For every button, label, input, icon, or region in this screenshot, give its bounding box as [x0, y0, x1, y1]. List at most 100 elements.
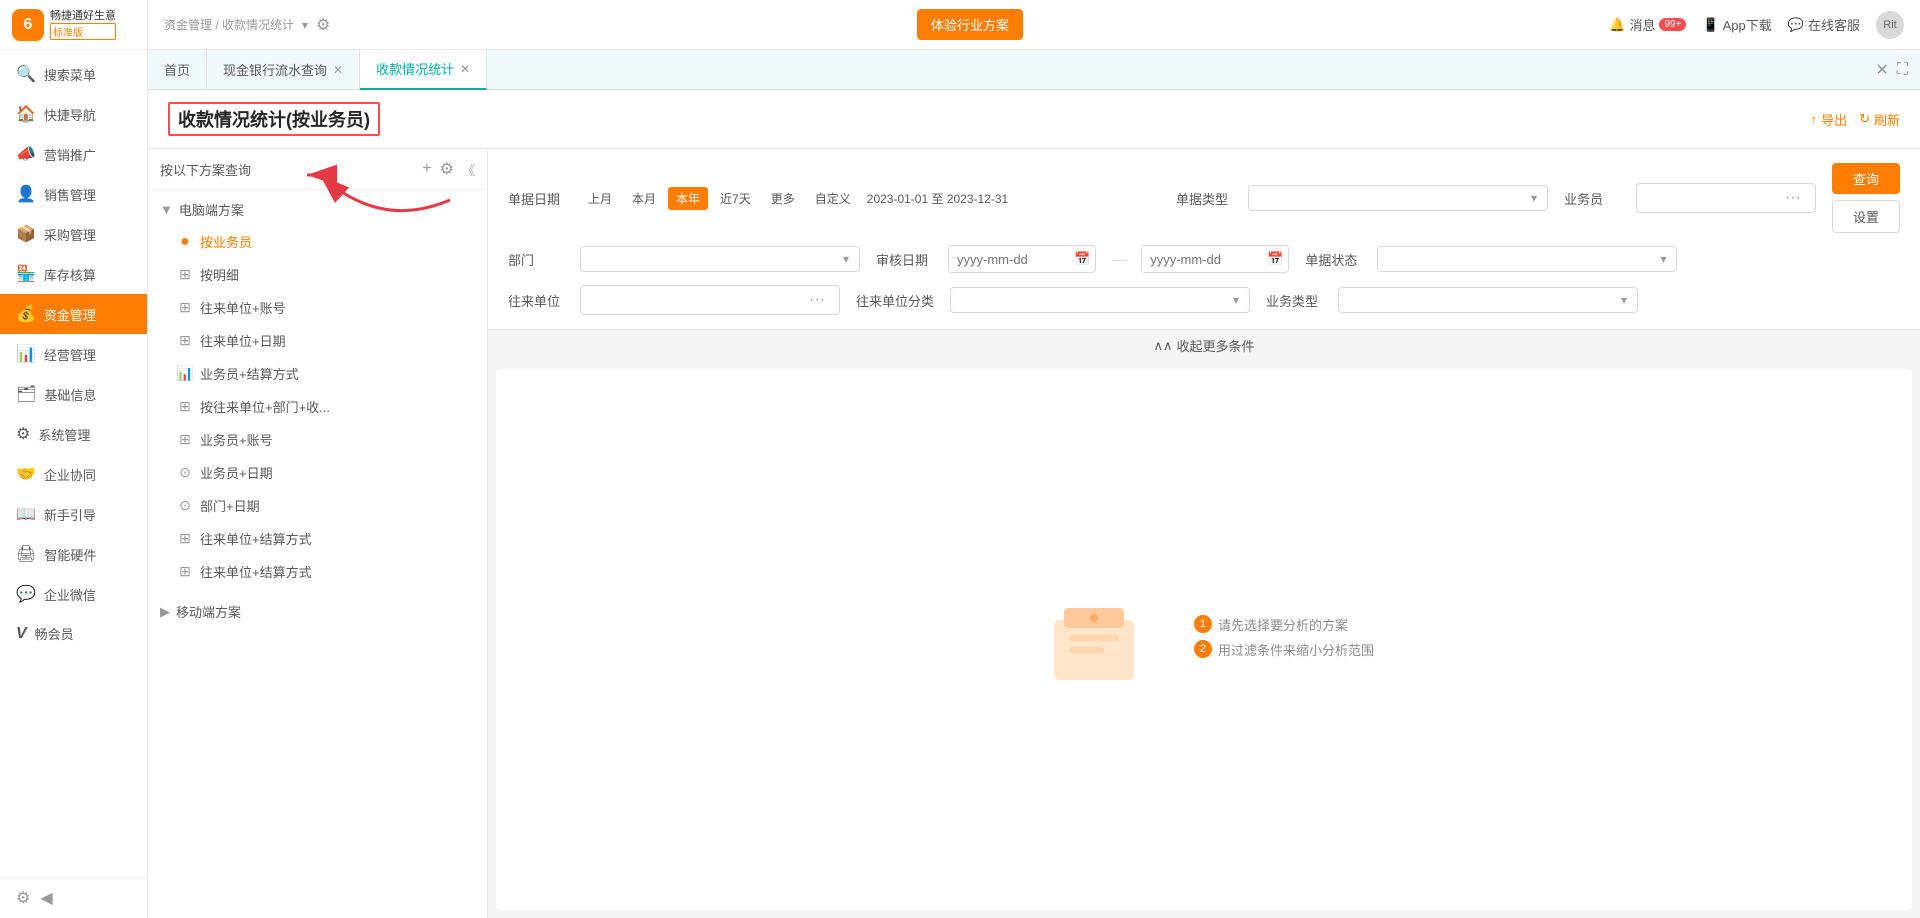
- wechat-nav-icon: 💬: [16, 584, 36, 604]
- voucher-type-chevron: ▾: [1531, 191, 1537, 205]
- review-date-end-cal-icon[interactable]: 📅: [1262, 246, 1288, 272]
- data-area: 1 请先选择要分析的方案 2 用过滤条件来缩小分析范围: [496, 369, 1912, 910]
- partner-select[interactable]: ···: [580, 285, 840, 315]
- review-date-label: 审核日期: [876, 250, 932, 269]
- marketing-nav-icon: 📣: [16, 144, 36, 164]
- sidebar-item-enterprise[interactable]: 🤝 企业协同: [0, 454, 147, 494]
- purchase-nav-icon: 📦: [16, 224, 36, 244]
- breadcrumb: 资金管理 / 收款情况统计: [164, 16, 294, 33]
- sidebar-item-guide[interactable]: 📖 新手引导: [0, 494, 147, 534]
- date-btn-more[interactable]: 更多: [763, 187, 803, 210]
- tab-bank-flow[interactable]: 现金银行流水查询 ✕: [207, 50, 360, 90]
- date-btn-7days[interactable]: 近7天: [712, 187, 759, 210]
- salesman-date-icon: ⊙: [176, 464, 194, 481]
- sidebar-item-marketing[interactable]: 📣 营销推广: [0, 134, 147, 174]
- business-type-label: 业务类型: [1266, 291, 1322, 310]
- sidebar-item-fund[interactable]: 💰 资金管理: [0, 294, 147, 334]
- scheme-item-partner-settlement2[interactable]: ⊞ 往来单位+结算方式: [148, 555, 487, 588]
- settings-icon[interactable]: ⚙: [16, 888, 30, 908]
- step-2-num: 2: [1194, 640, 1212, 658]
- date-btn-this-month[interactable]: 本月: [624, 187, 664, 210]
- topbar-gear-icon[interactable]: ⚙: [316, 15, 330, 35]
- scheme-item-by-salesman[interactable]: ● 按业务员: [148, 225, 487, 258]
- sidebar-item-sales[interactable]: 👤 销售管理: [0, 174, 147, 214]
- collapse-panel-icon[interactable]: 《: [462, 160, 475, 179]
- tab-close-bank-flow[interactable]: ✕: [333, 63, 343, 77]
- window-maximize-icon[interactable]: ⛶: [1897, 61, 1908, 79]
- sidebar-item-purchase[interactable]: 📦 采购管理: [0, 214, 147, 254]
- message-btn[interactable]: 🔔 消息 99+: [1609, 15, 1686, 34]
- group-toggle-icon: ▼: [160, 202, 173, 217]
- sidebar-item-wechat[interactable]: 💬 企业微信: [0, 574, 147, 614]
- main-content: 资金管理 / 收款情况统计 ▾ ⚙ 体验行业方案 🔔 消息 99+ 📱 App下…: [148, 0, 1920, 918]
- date-btn-last-month[interactable]: 上月: [580, 187, 620, 210]
- enterprise-nav-icon: 🤝: [16, 464, 36, 484]
- query-btn[interactable]: 查询: [1832, 163, 1900, 194]
- sidebar-bottom: ⚙ ◀: [0, 877, 147, 918]
- refresh-btn[interactable]: ↻ 刷新: [1859, 110, 1900, 129]
- dept-select[interactable]: ▾: [580, 246, 860, 272]
- setting-btn[interactable]: 设置: [1832, 200, 1900, 233]
- window-close-icon[interactable]: ✕: [1875, 60, 1888, 80]
- scheme-item-partner-dept[interactable]: ⊞ 按往来单位+部门+收...: [148, 390, 487, 423]
- review-date-start-group: 📅: [948, 245, 1096, 273]
- scheme-item-salesman-account[interactable]: ⊞ 业务员+账号: [148, 423, 487, 456]
- online-service-btn[interactable]: 💬 在线客服: [1788, 15, 1860, 34]
- filter-row-3: 往来单位 ··· 往来单位分类 ▾ 业务类型 ▾: [508, 285, 1900, 315]
- scheme-item-salesman-date[interactable]: ⊙ 业务员+日期: [148, 456, 487, 489]
- date-btn-this-year[interactable]: 本年: [668, 187, 708, 210]
- date-btn-custom[interactable]: 自定义: [807, 187, 859, 210]
- review-date-start-input[interactable]: [949, 247, 1069, 272]
- action-buttons: 查询 设置: [1832, 163, 1900, 233]
- voucher-status-select[interactable]: ▾: [1377, 246, 1677, 272]
- sidebar-item-quick-nav[interactable]: 🏠 快捷导航: [0, 94, 147, 134]
- operation-nav-icon: 📊: [16, 344, 36, 364]
- scheme-item-partner-date[interactable]: ⊞ 往来单位+日期: [148, 324, 487, 357]
- sidebar-item-search[interactable]: 🔍 搜索菜单: [0, 54, 147, 94]
- sidebar-item-basic[interactable]: 🗂 基础信息: [0, 374, 147, 414]
- tab-home[interactable]: 首页: [148, 50, 207, 90]
- topbar-left: 资金管理 / 收款情况统计 ▾ ⚙: [164, 15, 330, 35]
- review-date-end-input[interactable]: [1142, 247, 1262, 272]
- breadcrumb-dropdown-icon[interactable]: ▾: [302, 18, 308, 32]
- collapse-filter-btn[interactable]: ∧∧ 收起更多条件: [488, 330, 1920, 361]
- app-download-btn[interactable]: 📱 App下载: [1702, 15, 1771, 34]
- desktop-group-header[interactable]: ▼ 电脑端方案: [148, 194, 487, 225]
- salesman-more-icon[interactable]: ···: [1781, 189, 1805, 207]
- sidebar-item-warehouse[interactable]: 🏪 库存核算: [0, 254, 147, 294]
- partner-more-icon[interactable]: ···: [805, 291, 829, 309]
- date-filter-label: 单据日期: [508, 189, 564, 208]
- sidebar-item-smart[interactable]: 🖨 智能硬件: [0, 534, 147, 574]
- voucher-status-chevron: ▾: [1660, 252, 1666, 266]
- system-nav-icon: ⚙: [16, 424, 30, 444]
- partner-category-select[interactable]: ▾: [950, 287, 1250, 313]
- business-type-select[interactable]: ▾: [1338, 287, 1638, 313]
- voucher-type-select[interactable]: ▾: [1248, 185, 1548, 211]
- download-icon: 📱: [1702, 17, 1718, 33]
- scheme-item-by-detail[interactable]: ⊞ 按明细: [148, 258, 487, 291]
- collapse-sidebar-icon[interactable]: ◀: [40, 888, 52, 908]
- tab-receipt-stats[interactable]: 收款情况统计 ✕: [360, 50, 487, 90]
- scheme-item-partner-settlement1[interactable]: ⊞ 往来单位+结算方式: [148, 522, 487, 555]
- trial-btn[interactable]: 体验行业方案: [917, 9, 1023, 40]
- date-shortcuts-group: 上月 本月 本年 近7天 更多 自定义 2023-01-01 至 2023-12…: [580, 187, 1160, 210]
- user-avatar[interactable]: Rit: [1876, 11, 1904, 39]
- tab-close-receipt-stats[interactable]: ✕: [460, 62, 470, 76]
- collapse-chevron-icon: ∧∧: [1153, 338, 1172, 354]
- scheme-item-partner-account[interactable]: ⊞ 往来单位+账号: [148, 291, 487, 324]
- scheme-item-salesman-settlement[interactable]: 📊 业务员+结算方式: [148, 357, 487, 390]
- sidebar-item-member[interactable]: V 畅会员: [0, 614, 147, 653]
- message-icon: 🔔: [1609, 17, 1625, 33]
- export-btn[interactable]: ↑ 导出: [1811, 110, 1848, 129]
- scheme-item-dept-date[interactable]: ⊙ 部门+日期: [148, 489, 487, 522]
- add-scheme-icon[interactable]: +: [422, 160, 431, 178]
- sidebar-item-system[interactable]: ⚙ 系统管理: [0, 414, 147, 454]
- sidebar-item-operation[interactable]: 📊 经营管理: [0, 334, 147, 374]
- review-date-start-cal-icon[interactable]: 📅: [1069, 246, 1095, 272]
- date-range-display: 2023-01-01 至 2023-12-31: [867, 190, 1008, 207]
- dept-label: 部门: [508, 250, 564, 269]
- salesman-select[interactable]: ···: [1636, 183, 1816, 213]
- mobile-group-header[interactable]: ▶ 移动端方案: [148, 596, 487, 627]
- scheme-settings-icon[interactable]: ⚙: [440, 159, 454, 179]
- partner-label: 往来单位: [508, 291, 564, 310]
